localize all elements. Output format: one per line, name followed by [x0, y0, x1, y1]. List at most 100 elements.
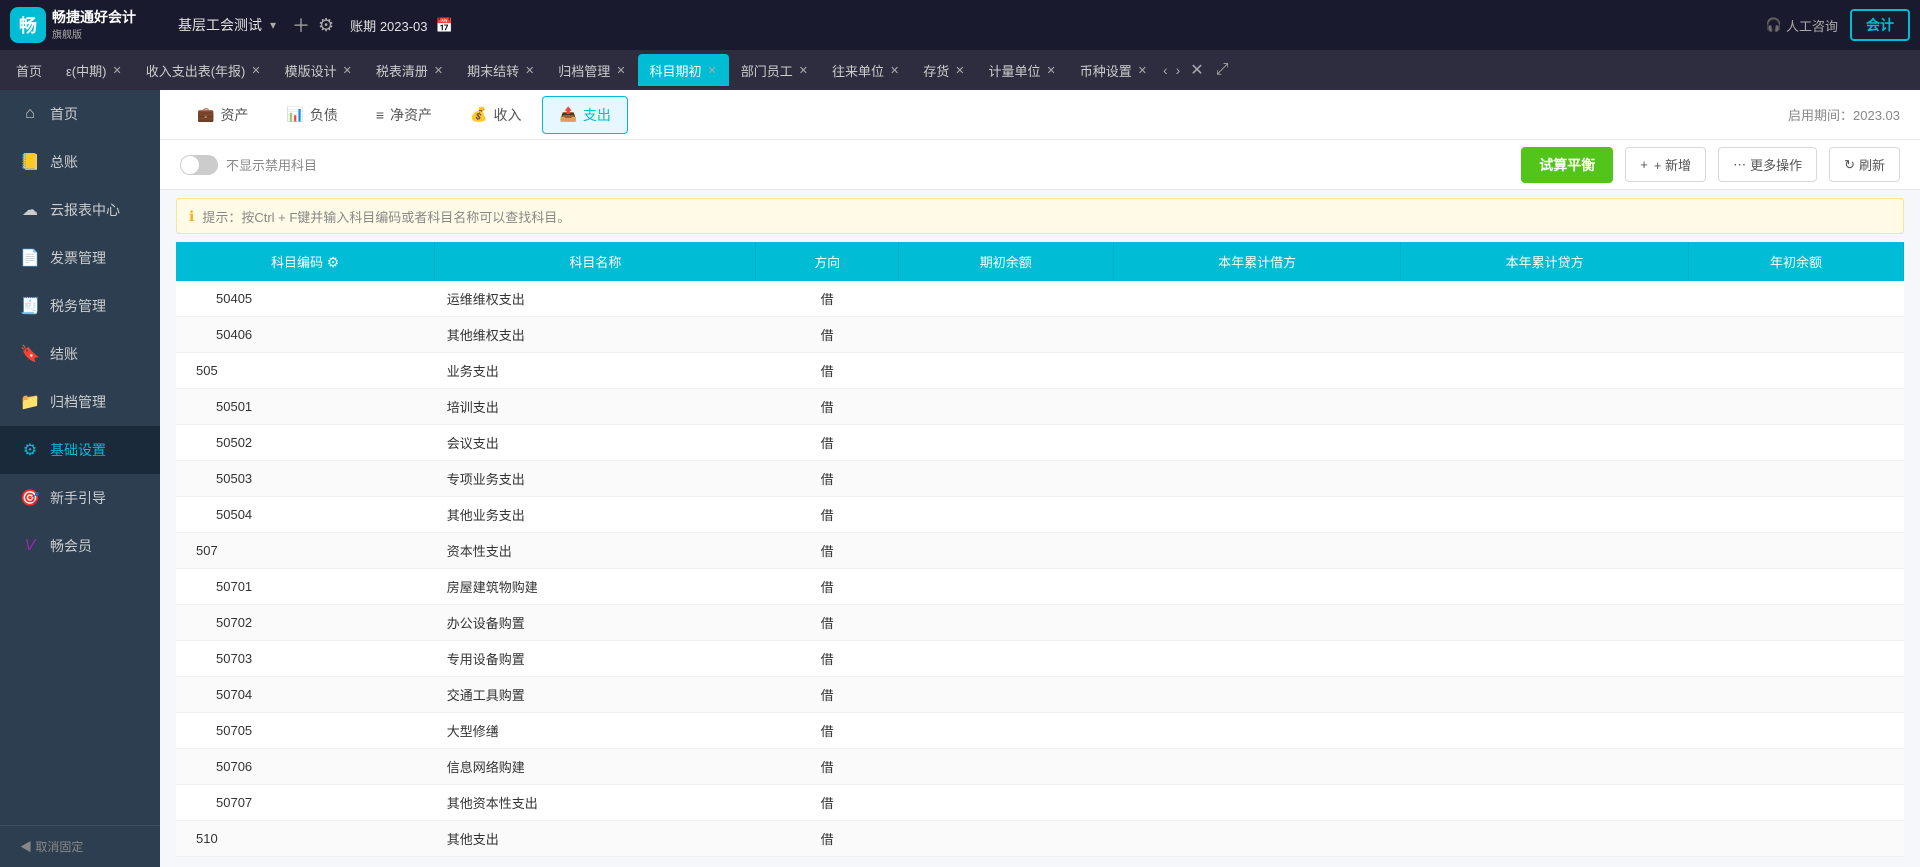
cell-opening — [898, 317, 1113, 353]
table-row[interactable]: 50406其他维权支出借 — [176, 317, 1904, 353]
sidebar-label-invoice: 发票管理 — [50, 248, 106, 268]
disable-toggle[interactable] — [180, 155, 218, 175]
table-row[interactable]: 50702办公设备购置借 — [176, 605, 1904, 641]
table-row[interactable]: 50705大型修缮借 — [176, 713, 1904, 749]
table-row[interactable]: 50504其他业务支出借 — [176, 497, 1904, 533]
table-row[interactable]: 50706信息网络购建借 — [176, 749, 1904, 785]
cell-ytd-debit — [1113, 785, 1401, 821]
tab-home[interactable]: 首页 — [4, 54, 54, 86]
tab-close-period[interactable]: ✕ — [525, 64, 534, 77]
tab-next-btn[interactable]: › — [1172, 62, 1185, 78]
table-row[interactable]: 50703专用设备购置借 — [176, 641, 1904, 677]
tab-close-currency[interactable]: ✕ — [1138, 64, 1147, 77]
cell-ytd-debit — [1113, 281, 1401, 317]
tab-close-annual[interactable]: ✕ — [251, 64, 260, 77]
cell-ytd-credit — [1401, 605, 1689, 641]
action-bar-right: 试算平衡 + + 新增 ⋯ 更多操作 ↻ 刷新 — [1521, 147, 1900, 183]
sidebar-item-ledger[interactable]: 📒 总账 — [0, 138, 160, 186]
table-row[interactable]: 507资本性支出借 — [176, 533, 1904, 569]
col-opening: 期初余额 — [898, 242, 1113, 281]
cell-yr-opening — [1688, 461, 1903, 497]
table-wrapper[interactable]: 科目编码 ⚙ 科目名称 方向 期初余额 本年累计借方 本年累计贷方 年初余额 5 — [176, 242, 1904, 859]
customer-service-btn[interactable]: 🎧 人工咨询 — [1766, 16, 1838, 35]
tab-close-unit[interactable]: ✕ — [1046, 64, 1055, 77]
tab-department[interactable]: 部门员工✕ — [729, 54, 820, 86]
col-settings-btn[interactable]: ⚙ — [327, 254, 340, 271]
sidebar-label-guide: 新手引导 — [50, 488, 106, 508]
sidebar-item-tax[interactable]: 🧾 税务管理 — [0, 282, 160, 330]
tab-template[interactable]: 模版设计✕ — [273, 54, 364, 86]
tab-archive[interactable]: 归档管理✕ — [546, 54, 637, 86]
sidebar-label-tax: 税务管理 — [50, 296, 106, 316]
sidebar-item-member[interactable]: V 畅会员 — [0, 522, 160, 570]
table-row[interactable]: 50501培训支出借 — [176, 389, 1904, 425]
table-row[interactable]: 50405运维维权支出借 — [176, 281, 1904, 317]
tab-close-inventory[interactable]: ✕ — [955, 64, 964, 77]
account-button[interactable]: 会计 — [1850, 9, 1910, 41]
sidebar-item-guide[interactable]: 🎯 新手引导 — [0, 474, 160, 522]
tab-inventory[interactable]: 存货✕ — [911, 54, 976, 86]
tab-annual-report[interactable]: 收入支出表(年报)✕ — [134, 54, 273, 86]
settings-icon[interactable]: ⚙ — [318, 15, 334, 36]
cell-name: 其他资本性支出 — [435, 785, 756, 821]
more-ops-btn[interactable]: ⋯ 更多操作 — [1718, 147, 1817, 182]
sub-tab-income[interactable]: 💰 收入 — [453, 96, 538, 134]
sidebar-item-close[interactable]: 🔖 结账 — [0, 330, 160, 378]
sub-tab-expense[interactable]: 📤 支出 — [542, 96, 627, 134]
sidebar-item-reports[interactable]: ☁ 云报表中心 — [0, 186, 160, 234]
home-icon: ⌂ — [20, 105, 40, 123]
tab-close-midterm[interactable]: ✕ — [112, 64, 121, 77]
tab-tax[interactable]: 税表清册✕ — [364, 54, 455, 86]
refresh-btn[interactable]: ↻ 刷新 — [1829, 147, 1900, 182]
tab-counterpart[interactable]: 往来单位✕ — [820, 54, 911, 86]
cell-ytd-debit — [1113, 353, 1401, 389]
tab-midterm[interactable]: ε(中期)✕ — [54, 54, 134, 86]
cell-direction: 借 — [756, 281, 898, 317]
table-row[interactable]: 510其他支出借 — [176, 821, 1904, 857]
cell-ytd-credit — [1401, 389, 1689, 425]
tab-close-template[interactable]: ✕ — [343, 64, 352, 77]
tab-expand-btn[interactable]: ⤢ — [1210, 61, 1235, 79]
cell-ytd-debit — [1113, 821, 1401, 857]
tab-unit[interactable]: 计量单位✕ — [976, 54, 1067, 86]
table-row[interactable]: 50503专项业务支出借 — [176, 461, 1904, 497]
table-row[interactable]: 50707其他资本性支出借 — [176, 785, 1904, 821]
cell-opening — [898, 389, 1113, 425]
tab-subject-init[interactable]: 科目期初✕ — [638, 54, 729, 86]
calendar-icon[interactable]: 📅 — [436, 17, 453, 34]
add-btn[interactable]: + + 新增 — [1625, 147, 1706, 182]
cell-code: 50705 — [176, 713, 435, 749]
cell-direction: 借 — [756, 353, 898, 389]
sidebar-item-settings[interactable]: ⚙ 基础设置 — [0, 426, 160, 474]
tab-close-tax[interactable]: ✕ — [434, 64, 443, 77]
balance-btn[interactable]: 试算平衡 — [1521, 147, 1613, 183]
tab-close-archive[interactable]: ✕ — [616, 64, 625, 77]
company-dropdown-icon[interactable]: ▾ — [270, 18, 276, 32]
cell-direction: 借 — [756, 749, 898, 785]
expense-icon: 📤 — [559, 106, 576, 123]
table-row[interactable]: 50701房屋建筑物购建借 — [176, 569, 1904, 605]
tab-period-end[interactable]: 期末结转✕ — [455, 54, 546, 86]
tab-close-all-btn[interactable]: ✕ — [1184, 60, 1209, 80]
add-tab-icon[interactable]: ＋ — [292, 12, 310, 38]
sidebar-collapse-btn[interactable]: ◀ 取消固定 — [0, 825, 160, 867]
sidebar-item-invoice[interactable]: 📄 发票管理 — [0, 234, 160, 282]
tab-currency[interactable]: 币种设置✕ — [1068, 54, 1159, 86]
sub-tab-net-asset[interactable]: ≡ 净资产 — [359, 96, 449, 134]
tab-close-counterpart[interactable]: ✕ — [890, 64, 899, 77]
tab-close-subject[interactable]: ✕ — [708, 64, 717, 77]
cell-ytd-debit — [1113, 713, 1401, 749]
cell-code: 50405 — [176, 281, 435, 317]
sub-tab-liability[interactable]: 📊 负债 — [269, 96, 354, 134]
table-row[interactable]: 50502会议支出借 — [176, 425, 1904, 461]
hint-text: 提示：按Ctrl + F键并输入科目编码或者科目名称可以查找科目。 — [202, 207, 570, 226]
sidebar-item-home[interactable]: ⌂ 首页 — [0, 90, 160, 138]
cell-yr-opening — [1688, 425, 1903, 461]
tab-close-dept[interactable]: ✕ — [799, 64, 808, 77]
sidebar-item-archive[interactable]: 📁 归档管理 — [0, 378, 160, 426]
sub-tab-asset[interactable]: 💼 资产 — [180, 96, 265, 134]
table-row[interactable]: 505业务支出借 — [176, 353, 1904, 389]
table-row[interactable]: 50704交通工具购置借 — [176, 677, 1904, 713]
tab-prev-btn[interactable]: ‹ — [1159, 62, 1172, 78]
cell-direction: 借 — [756, 533, 898, 569]
